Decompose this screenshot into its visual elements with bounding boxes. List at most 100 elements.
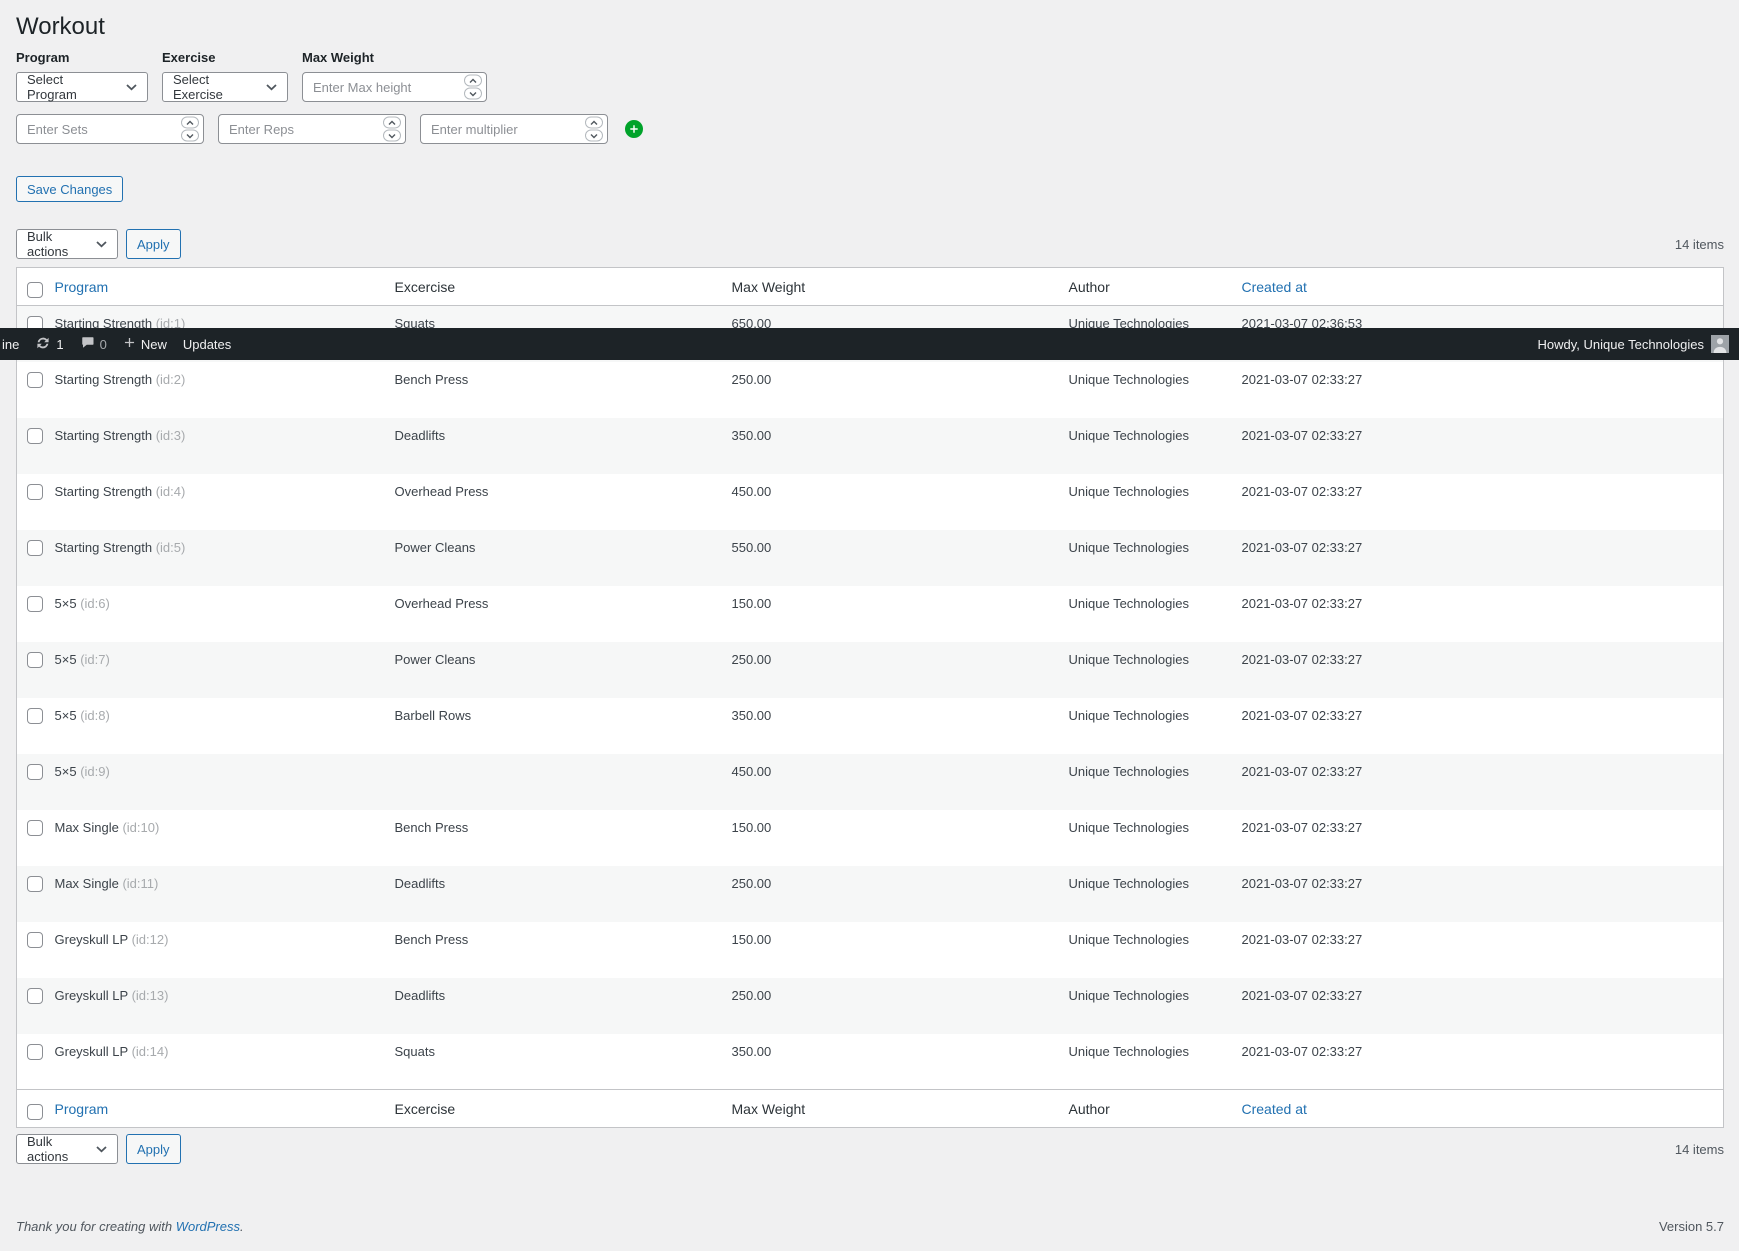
cell-max-weight: 450.00 [731,483,772,499]
bulk-actions-value: Bulk actions [27,229,69,259]
wordpress-link[interactable]: WordPress [176,1219,240,1234]
stepper-up-button[interactable] [585,116,603,129]
column-header-created-at[interactable]: Created at [1231,267,1724,306]
save-changes-button[interactable]: Save Changes [16,176,124,202]
cell-exercise: Deadlifts [394,875,446,891]
column-header-program[interactable]: Program [44,1089,385,1128]
row-checkbox[interactable] [27,763,43,780]
workout-table: Program Excercise Max Weight Author Crea… [16,267,1724,1128]
table-row: Starting Strength (id:5) Power Cleans 55… [16,529,1724,586]
cell-exercise: Deadlifts [394,427,446,443]
cell-exercise: Bench Press [394,819,469,835]
cell-program: 5×5 (id:6) [45,586,385,642]
chevron-down-icon [266,83,277,91]
chevron-down-icon [126,83,137,91]
row-checkbox[interactable] [27,875,43,892]
apply-button[interactable]: Apply [126,229,181,259]
cell-exercise: Deadlifts [394,987,446,1003]
stepper-up-button[interactable] [181,116,199,129]
footer-version: Version 5.7 [1658,1219,1724,1234]
cell-exercise: Bench Press [394,931,469,947]
table-row: Starting Strength (id:2) Bench Press 250… [17,362,1724,418]
select-all-checkbox[interactable] [27,282,43,298]
stepper-down-button[interactable] [585,129,603,142]
column-header-author: Author [1058,267,1232,306]
cell-author: Unique Technologies [1068,763,1189,779]
footer-thanks-text: Thank you for creating with WordPress. [16,1219,244,1234]
new-label: New [140,336,167,352]
cell-author: Unique Technologies [1068,427,1189,443]
stepper-down-button[interactable] [464,87,482,100]
stepper-down-button[interactable] [181,129,199,142]
row-checkbox[interactable] [27,819,43,836]
comments-count: 0 [99,336,107,352]
admin-footer: Thank you for creating with WordPress. V… [16,1219,1724,1234]
program-name: Greyskull LP [54,1043,128,1059]
howdy-text: Howdy, Unique Technologies [1537,336,1704,352]
cell-max-weight: 350.00 [731,1043,772,1059]
column-header-created-at[interactable]: Created at [1231,1089,1724,1128]
program-id: (id:10) [122,819,160,835]
stepper-up-button[interactable] [383,116,401,129]
cell-program: Starting Strength (id:5) [45,530,385,586]
new-content-menu[interactable]: New [115,328,175,360]
add-entry-button[interactable] [625,120,643,138]
row-checkbox[interactable] [27,539,43,556]
program-id: (id:14) [131,1043,169,1059]
row-checkbox[interactable] [27,651,43,668]
program-name: Greyskull LP [54,987,128,1003]
comments-menu[interactable]: 0 [72,328,115,360]
row-checkbox[interactable] [27,987,43,1004]
row-checkbox[interactable] [27,931,43,948]
table-row: Max Single (id:10) Bench Press 150.00 Un… [17,810,1724,866]
column-header-max-weight: Max Weight [721,267,1059,306]
select-all-checkbox[interactable] [27,1104,43,1120]
cell-author: Unique Technologies [1068,595,1189,611]
program-name: Starting Strength [54,371,153,387]
bulk-actions-select[interactable]: Bulk actions [16,1134,118,1164]
stepper-up-button[interactable] [464,74,482,87]
site-name-fragment[interactable]: ine [2,328,27,360]
apply-button[interactable]: Apply [126,1134,181,1164]
row-checkbox[interactable] [27,371,43,388]
multiplier-stepper [585,116,603,142]
program-name: Greyskull LP [54,931,128,947]
table-row: Starting Strength (id:3) Deadlifts 350.0… [16,417,1724,474]
cell-created-at: 2021-03-07 02:33:27 [1241,707,1363,723]
sets-stepper [181,116,199,142]
content-area: Workout Program Select Program Exercise … [0,0,1739,1234]
row-checkbox[interactable] [27,1043,43,1060]
stepper-down-button[interactable] [383,129,401,142]
filter-form-row-1: Program Select Program Exercise Select E… [16,50,1724,102]
program-id: (id:9) [80,763,110,779]
account-menu[interactable]: Howdy, Unique Technologies [1538,335,1729,353]
program-select-value: Select Program [27,72,77,102]
items-count: 14 items [1674,236,1724,252]
sets-input[interactable] [16,114,204,144]
program-select[interactable]: Select Program [16,72,148,102]
program-name: Starting Strength [54,483,153,499]
cell-created-at: 2021-03-07 02:33:27 [1241,483,1363,499]
cell-program: Greyskull LP (id:12) [45,922,385,978]
updates-link[interactable]: Updates [175,328,239,360]
updates-menu[interactable]: 1 [27,328,71,360]
cell-program: Starting Strength (id:4) [45,474,385,530]
max-weight-input[interactable] [302,72,487,102]
cell-author: Unique Technologies [1068,707,1189,723]
column-header-program[interactable]: Program [44,267,385,306]
row-checkbox[interactable] [27,707,43,724]
row-checkbox[interactable] [27,483,43,500]
row-checkbox[interactable] [27,427,43,444]
program-id: (id:11) [122,875,159,891]
multiplier-input[interactable] [420,114,608,144]
cell-created-at: 2021-03-07 02:33:27 [1241,427,1363,443]
cell-program: 5×5 (id:8) [45,698,385,754]
bulk-actions-select[interactable]: Bulk actions [16,229,118,259]
row-checkbox[interactable] [27,595,43,612]
exercise-select-value: Select Exercise [173,72,223,102]
program-id: (id:7) [80,651,110,667]
exercise-select[interactable]: Select Exercise [162,72,288,102]
column-header-max-weight: Max Weight [721,1089,1059,1128]
reps-input[interactable] [218,114,406,144]
plus-icon [629,122,639,137]
